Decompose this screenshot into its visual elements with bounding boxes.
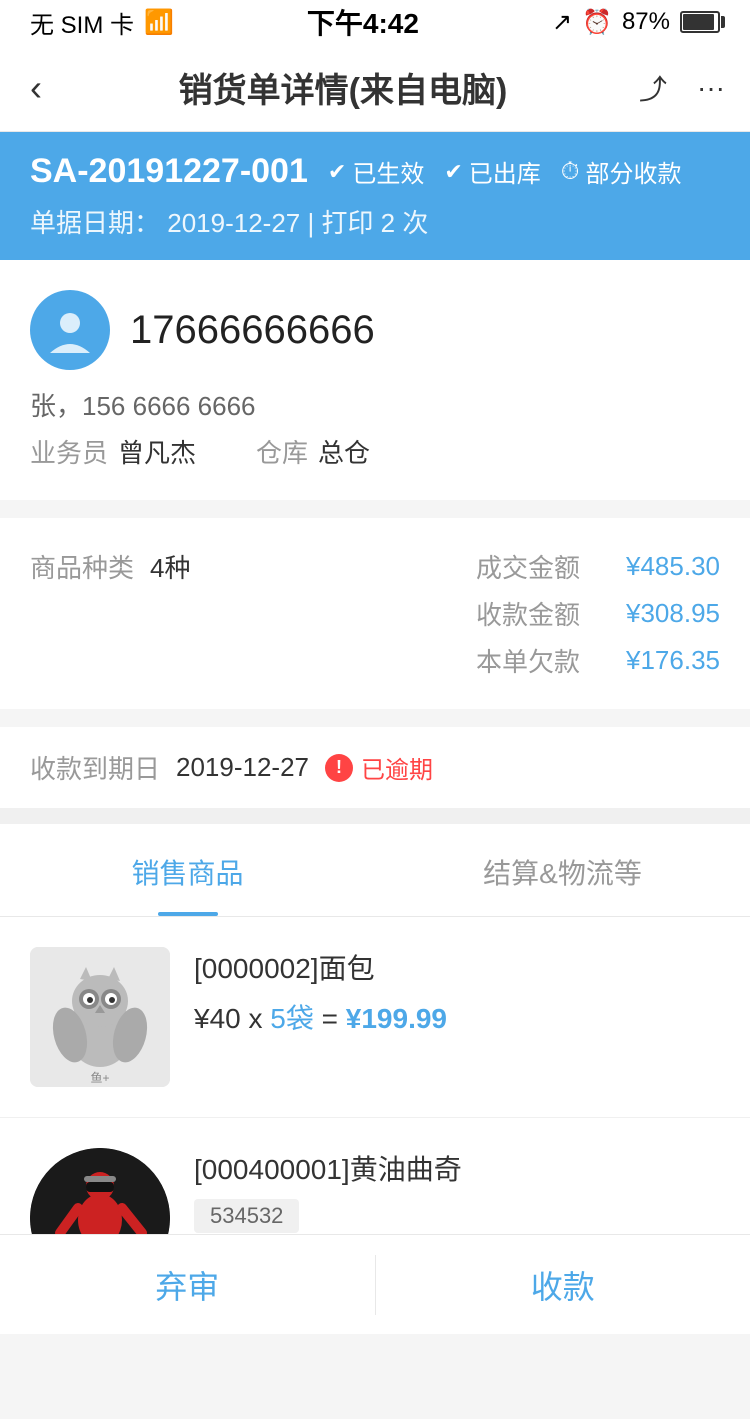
order-number: SA-20191227-001 [30,152,308,191]
tabs-bar: 销售商品 结算&物流等 [0,824,750,917]
page-title: 销货单详情(来自电脑) [52,63,634,112]
clock-icon: ⏱ [561,158,580,186]
avatar [30,290,110,370]
product-unit-price-1: ¥40 [194,1003,241,1034]
tab-sales-products[interactable]: 销售商品 [0,824,375,916]
wifi-icon: 📶 [144,8,174,37]
order-header: SA-20191227-001 ✔ 已生效 ✔ 已出库 ⏱ 部分收款 单据日期：… [0,132,750,260]
status-partial-label: 部分收款 [586,154,682,189]
battery-icon [680,11,720,33]
salesperson-label: 业务员 [30,433,108,470]
product-item: 鱼+ [0000002]面包 ¥40 x 5袋 = ¥199.99 [0,917,750,1118]
amount-row: 成交金额 ¥485.30 [476,548,720,585]
product-name-1: [0000002]面包 [194,947,720,987]
order-date-value: 2019-12-27 [167,208,300,238]
product-total-1: ¥199.99 [346,1003,447,1034]
order-date: 单据日期： 2019-12-27 | 打印 2 次 [30,203,720,240]
amount-value: ¥485.30 [600,551,720,582]
carrier-label: 无 SIM 卡 [30,5,134,40]
overdue-text: 已逾期 [361,750,433,785]
owing-label: 本单欠款 [476,642,580,679]
tab-sales-products-label: 销售商品 [131,858,243,889]
due-date-section: 收款到期日 2019-12-27 ! 已逾期 [0,727,750,808]
due-date-label: 收款到期日 [30,749,160,786]
print-info: | 打印 2 次 [307,208,428,238]
product-name-2: [000400001]黄油曲奇 [194,1148,720,1188]
salesperson-name: 曾凡杰 [118,433,196,470]
warehouse-name: 总仓 [318,433,370,470]
location-icon: ↗ [552,8,572,37]
nav-actions: ⤴ ··· [634,63,730,113]
tab-settlement[interactable]: 结算&物流等 [375,824,750,916]
owing-row: 本单欠款 ¥176.35 [476,642,720,679]
status-left: 无 SIM 卡 📶 [30,5,174,40]
warehouse-label: 仓库 [256,433,308,470]
tab-settlement-label: 结算&物流等 [483,858,642,889]
type-label: 商品种类 [30,548,134,585]
summary-section: 商品种类 4种 成交金额 ¥485.30 收款金额 ¥308.95 本单欠款 ¥… [0,518,750,709]
product-details-1: [0000002]面包 ¥40 x 5袋 = ¥199.99 [194,947,720,1037]
status-right: ↗ ⏰ 87% [552,8,720,37]
battery-label: 87% [622,8,670,36]
product-image-1: 鱼+ [30,947,170,1087]
customer-phone: 17666666666 [130,308,375,353]
product-sku-2: 534532 [194,1199,299,1233]
bottom-bar: 弃审 收款 [0,1234,750,1334]
status-partial: ⏱ 部分收款 [561,154,682,189]
status-shipped: ✔ 已出库 [444,154,540,189]
nav-bar: ‹ 销货单详情(来自电脑) ⤴ ··· [0,44,750,132]
received-value: ¥308.95 [600,598,720,629]
status-active: ✔ 已生效 [328,154,424,189]
salesperson-info: 业务员 曾凡杰 [30,433,196,470]
received-label: 收款金额 [476,595,580,632]
amount-label: 成交金额 [476,548,580,585]
customer-name: 张，156 6666 6666 [30,386,720,423]
owing-value: ¥176.35 [600,645,720,676]
status-bar: 无 SIM 卡 📶 下午4:42 ↗ ⏰ 87% [0,0,750,44]
check-icon-shipped: ✔ [444,159,462,185]
type-count: 4种 [150,548,190,585]
back-button[interactable]: ‹ [20,57,52,119]
check-icon-active: ✔ [328,159,346,185]
tabs-separator [0,808,750,824]
collect-button[interactable]: 收款 [376,1235,750,1334]
svg-text:鱼+: 鱼+ [90,1071,109,1085]
status-active-label: 已生效 [352,154,424,189]
product-qty-1: 5袋 [270,1003,314,1034]
overdue-icon: ! [325,754,353,782]
date-label: 单据日期： [30,208,160,238]
status-shipped-label: 已出库 [469,154,541,189]
customer-section: 17666666666 张，156 6666 6666 业务员 曾凡杰 仓库 总… [0,260,750,500]
product-type-summary: 商品种类 4种 [30,548,190,585]
received-row: 收款金额 ¥308.95 [476,595,720,632]
status-time: 下午4:42 [307,2,419,42]
more-button[interactable]: ··· [692,67,730,109]
amount-summary: 成交金额 ¥485.30 收款金额 ¥308.95 本单欠款 ¥176.35 [476,548,720,679]
abandon-button[interactable]: 弃审 [0,1235,375,1334]
overdue-badge: ! 已逾期 [325,750,433,785]
customer-meta: 业务员 曾凡杰 仓库 总仓 [30,433,720,470]
product-price-1: ¥40 x 5袋 = ¥199.99 [194,997,720,1037]
alarm-icon: ⏰ [582,8,612,37]
due-date-value: 2019-12-27 [176,752,309,783]
warehouse-info: 仓库 总仓 [256,433,370,470]
share-button[interactable]: ⤴ [634,63,672,113]
